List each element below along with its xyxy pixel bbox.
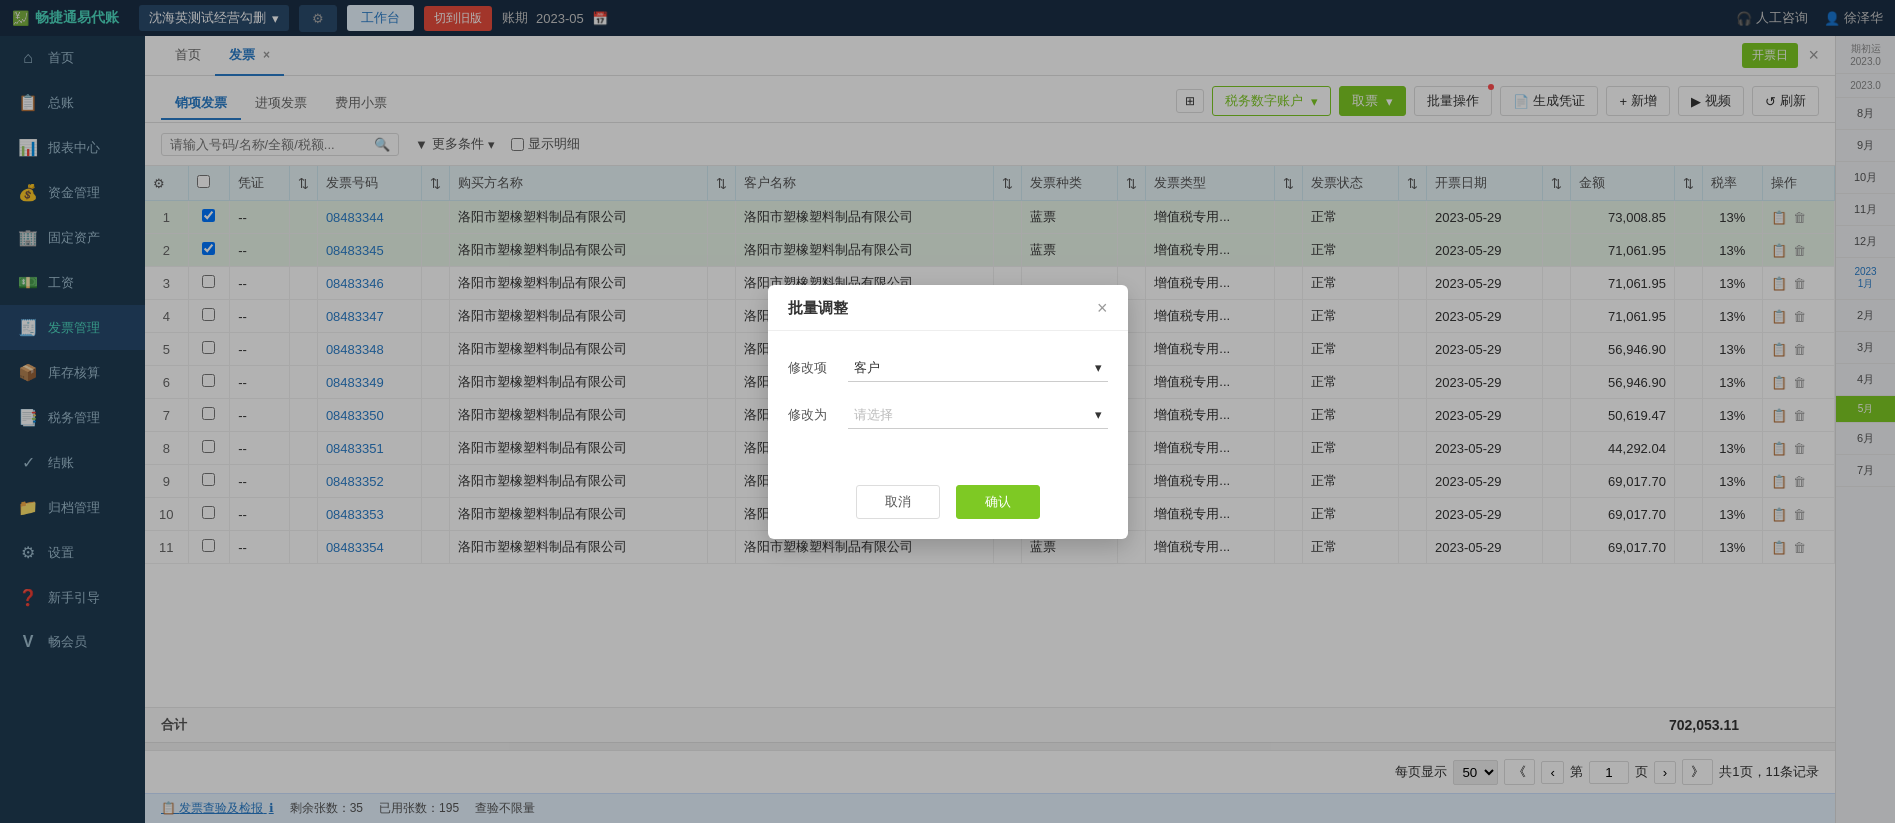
modal-overlay: 批量调整 × 修改项 客户 ▾ 修改为 请选择 ▾ 取消 确认	[0, 0, 1895, 823]
modify-to-row: 修改为 请选择 ▾	[788, 402, 1108, 429]
chevron-down-icon: ▾	[1095, 360, 1102, 375]
chevron-down-icon: ▾	[1095, 407, 1102, 422]
modify-field-value: 客户	[854, 359, 880, 377]
modal-title: 批量调整	[788, 299, 848, 318]
modal-body: 修改项 客户 ▾ 修改为 请选择 ▾	[768, 331, 1128, 473]
modify-to-placeholder: 请选择	[854, 406, 893, 424]
modal-confirm-btn[interactable]: 确认	[956, 485, 1040, 519]
modify-field-label: 修改项	[788, 359, 848, 377]
modify-field-row: 修改项 客户 ▾	[788, 355, 1108, 382]
batch-adjust-modal: 批量调整 × 修改项 客户 ▾ 修改为 请选择 ▾ 取消 确认	[768, 285, 1128, 539]
modify-to-select[interactable]: 请选择 ▾	[848, 402, 1108, 429]
modal-footer: 取消 确认	[768, 473, 1128, 539]
modal-close-btn[interactable]: ×	[1097, 299, 1108, 317]
modal-cancel-btn[interactable]: 取消	[856, 485, 940, 519]
modify-to-label: 修改为	[788, 406, 848, 424]
modify-field-select[interactable]: 客户 ▾	[848, 355, 1108, 382]
modal-header: 批量调整 ×	[768, 285, 1128, 331]
